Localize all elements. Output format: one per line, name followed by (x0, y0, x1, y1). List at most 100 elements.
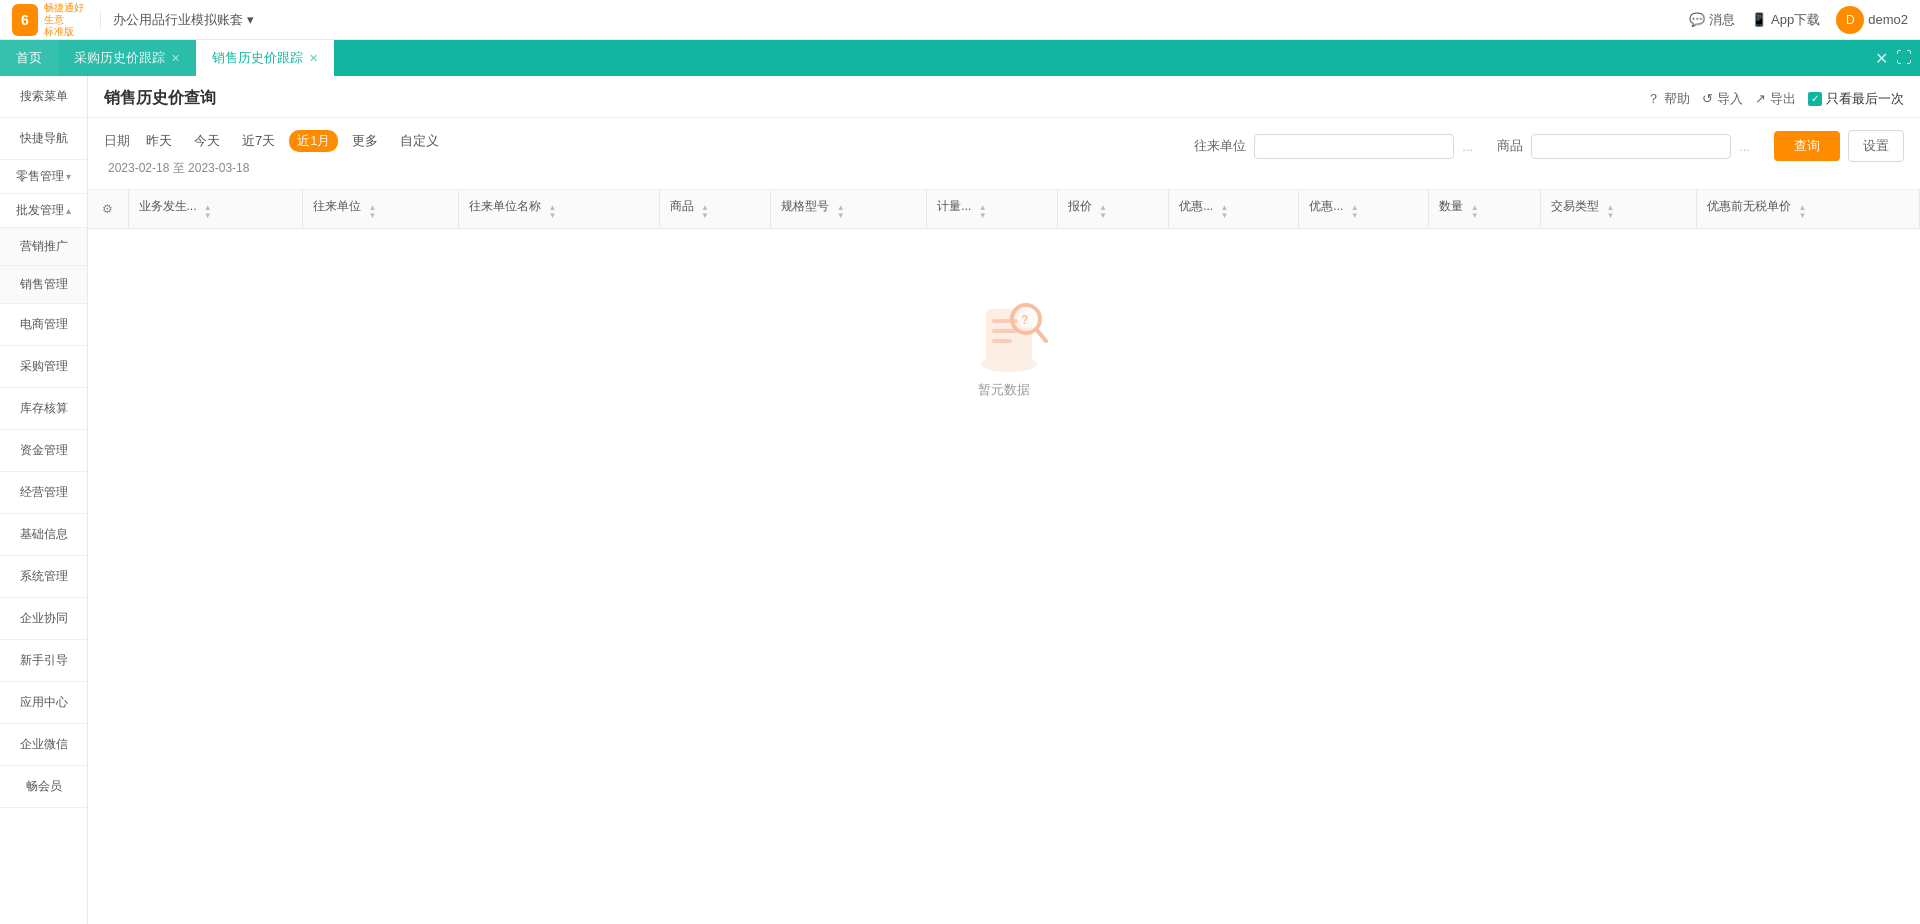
partner-input[interactable] (1254, 134, 1454, 159)
date-opt-custom[interactable]: 自定义 (392, 130, 447, 152)
sidebar-item-wholesale-mgmt[interactable]: 批发管理 ▴ (0, 194, 87, 228)
goods-label: 商品 (1497, 137, 1523, 155)
filter-inputs-row: 往来单位 ... 商品 ... 查询 设置 (1194, 130, 1904, 162)
sidebar-item-wechat[interactable]: 企业微信 (0, 724, 87, 766)
th-discount1[interactable]: 优惠... ▲▼ (1169, 190, 1299, 229)
th-unit[interactable]: 计量... ▲▼ (927, 190, 1057, 229)
sidebar-item-enterprise[interactable]: 企业协同 (0, 598, 87, 640)
th-biz-date[interactable]: 业务发生... ▲▼ (128, 190, 303, 229)
th-goods[interactable]: 商品 ▲▼ (659, 190, 771, 229)
close-sales-tab-icon[interactable]: ✕ (309, 52, 318, 65)
sidebar-label-inventory: 库存核算 (20, 400, 68, 417)
sidebar-item-operations[interactable]: 经营管理 (0, 472, 87, 514)
import-btn[interactable]: ↺ 导入 (1702, 90, 1743, 108)
sidebar-label-sales-mgmt: 销售管理 (20, 277, 68, 291)
svg-line-7 (1036, 329, 1046, 341)
message-btn[interactable]: 💬 消息 (1689, 11, 1735, 29)
tab-sales-history[interactable]: 销售历史价跟踪 ✕ (196, 40, 334, 76)
date-opt-yesterday[interactable]: 昨天 (138, 130, 180, 152)
sidebar-item-retail-mgmt[interactable]: 零售管理 ▾ (0, 160, 87, 194)
only-last-checkbox[interactable] (1808, 92, 1822, 106)
close-window-icon[interactable]: ✕ (1875, 49, 1888, 68)
search-button[interactable]: 查询 (1774, 131, 1840, 161)
sort-arrows-discount1: ▲▼ (1221, 204, 1229, 220)
th-trade-type[interactable]: 交易类型 ▲▼ (1541, 190, 1697, 229)
message-icon: 💬 (1689, 12, 1705, 27)
th-partner-code[interactable]: 往来单位 ▲▼ (303, 190, 459, 229)
purchase-tab-label: 采购历史价跟踪 (74, 49, 165, 67)
tab-home[interactable]: 首页 (0, 40, 58, 76)
close-purchase-tab-icon[interactable]: ✕ (171, 52, 180, 65)
sort-arrows-unit: ▲▼ (979, 204, 987, 220)
th-pre-tax-price[interactable]: 优惠前无税单价 ▲▼ (1697, 190, 1920, 229)
export-btn[interactable]: ↗ 导出 (1755, 90, 1796, 108)
date-opt-last7days[interactable]: 近7天 (234, 130, 283, 152)
top-bar-left: 6 畅捷通好生意 标准版 办公用品行业模拟账套 ▾ (12, 2, 254, 38)
date-opt-more[interactable]: 更多 (344, 130, 386, 152)
sidebar-item-sales-mgmt[interactable]: 销售管理 (0, 266, 87, 304)
partner-lookup-icon[interactable]: ... (1462, 139, 1473, 154)
sidebar-label-basic-info: 基础信息 (20, 526, 68, 543)
sidebar-label-finance: 资金管理 (20, 442, 68, 459)
logo-text: 畅捷通好生意 标准版 (44, 2, 92, 38)
download-icon: 📱 (1751, 12, 1767, 27)
sort-arrows-quantity: ▲▼ (1471, 204, 1479, 220)
th-quote[interactable]: 报价 ▲▼ (1057, 190, 1169, 229)
sidebar-item-search-menu[interactable]: 搜索菜单 (0, 76, 87, 118)
sidebar-item-basic-info[interactable]: 基础信息 (0, 514, 87, 556)
date-opt-today[interactable]: 今天 (186, 130, 228, 152)
help-btn[interactable]: ？ 帮助 (1647, 90, 1690, 108)
app-download-btn[interactable]: 📱 App下载 (1751, 11, 1820, 29)
date-options: 昨天 今天 近7天 近1月 更多 自定义 (138, 130, 447, 152)
date-opt-last1month[interactable]: 近1月 (289, 130, 338, 152)
date-range-text: 2023-02-18 至 2023-03-18 (108, 161, 249, 175)
th-settings[interactable]: ⚙ (88, 190, 128, 229)
goods-input[interactable] (1531, 134, 1731, 159)
sidebar-item-finance[interactable]: 资金管理 (0, 430, 87, 472)
only-last-checkbox-group: 只看最后一次 (1808, 90, 1904, 108)
app-selector[interactable]: 办公用品行业模拟账套 ▾ (100, 11, 254, 29)
sidebar-label-vip: 畅会员 (26, 778, 62, 795)
sidebar-label-wechat: 企业微信 (20, 736, 68, 753)
sidebar-item-quick-nav[interactable]: 快捷导航 (0, 118, 87, 160)
sidebar-item-app-center[interactable]: 应用中心 (0, 682, 87, 724)
date-label: 日期 (104, 132, 130, 150)
sales-tab-label: 销售历史价跟踪 (212, 49, 303, 67)
empty-illustration: ? (964, 289, 1044, 369)
tab-purchase-history[interactable]: 采购历史价跟踪 ✕ (58, 40, 196, 76)
sidebar-label-marketing: 营销推广 (20, 239, 68, 253)
th-quantity[interactable]: 数量 ▲▼ (1429, 190, 1541, 229)
chevron-down-icon: ▾ (247, 12, 254, 27)
th-discount2[interactable]: 优惠... ▲▼ (1299, 190, 1429, 229)
sidebar-item-marketing[interactable]: 营销推广 (0, 228, 87, 266)
gear-icon[interactable]: ⚙ (102, 202, 113, 216)
page-content: 销售历史价查询 ？ 帮助 ↺ 导入 ↗ 导出 (88, 76, 1920, 924)
sidebar-label-app-center: 应用中心 (20, 694, 68, 711)
sort-arrows-goods: ▲▼ (701, 204, 709, 220)
sidebar-item-vip[interactable]: 畅会员 (0, 766, 87, 808)
sort-arrows-pre-tax-price: ▲▼ (1799, 204, 1807, 220)
empty-text: 暂元数据 (978, 381, 1030, 399)
chevron-down-icon: ▾ (66, 171, 71, 182)
sidebar-item-purchase-mgmt[interactable]: 采购管理 (0, 346, 87, 388)
user-menu[interactable]: D demo2 (1836, 6, 1908, 34)
maximize-icon[interactable]: ⛶ (1896, 49, 1912, 67)
date-filter-group: 日期 昨天 今天 近7天 近1月 更多 自定义 (104, 130, 447, 152)
sidebar-item-ecommerce[interactable]: 电商管理 (0, 304, 87, 346)
empty-state: ? 暂元数据 (88, 229, 1920, 459)
svg-text:?: ? (1021, 313, 1028, 327)
th-spec[interactable]: 规格型号 ▲▼ (771, 190, 927, 229)
sidebar-item-guide[interactable]: 新手引导 (0, 640, 87, 682)
svg-rect-4 (992, 339, 1012, 343)
tab-bar: 首页 采购历史价跟踪 ✕ 销售历史价跟踪 ✕ ✕ ⛶ (0, 40, 1920, 76)
settings-button[interactable]: 设置 (1848, 130, 1904, 162)
sidebar-item-system-mgmt[interactable]: 系统管理 (0, 556, 87, 598)
sort-arrows-discount2: ▲▼ (1351, 204, 1359, 220)
sidebar-label-operations: 经营管理 (20, 484, 68, 501)
goods-lookup-icon[interactable]: ... (1739, 139, 1750, 154)
tab-bar-actions: ✕ ⛶ (1875, 49, 1920, 68)
sidebar-item-inventory[interactable]: 库存核算 (0, 388, 87, 430)
th-partner-name[interactable]: 往来单位名称 ▲▼ (459, 190, 660, 229)
goods-filter-group: 商品 ... (1497, 134, 1750, 159)
sort-arrows-partner-name: ▲▼ (549, 204, 557, 220)
